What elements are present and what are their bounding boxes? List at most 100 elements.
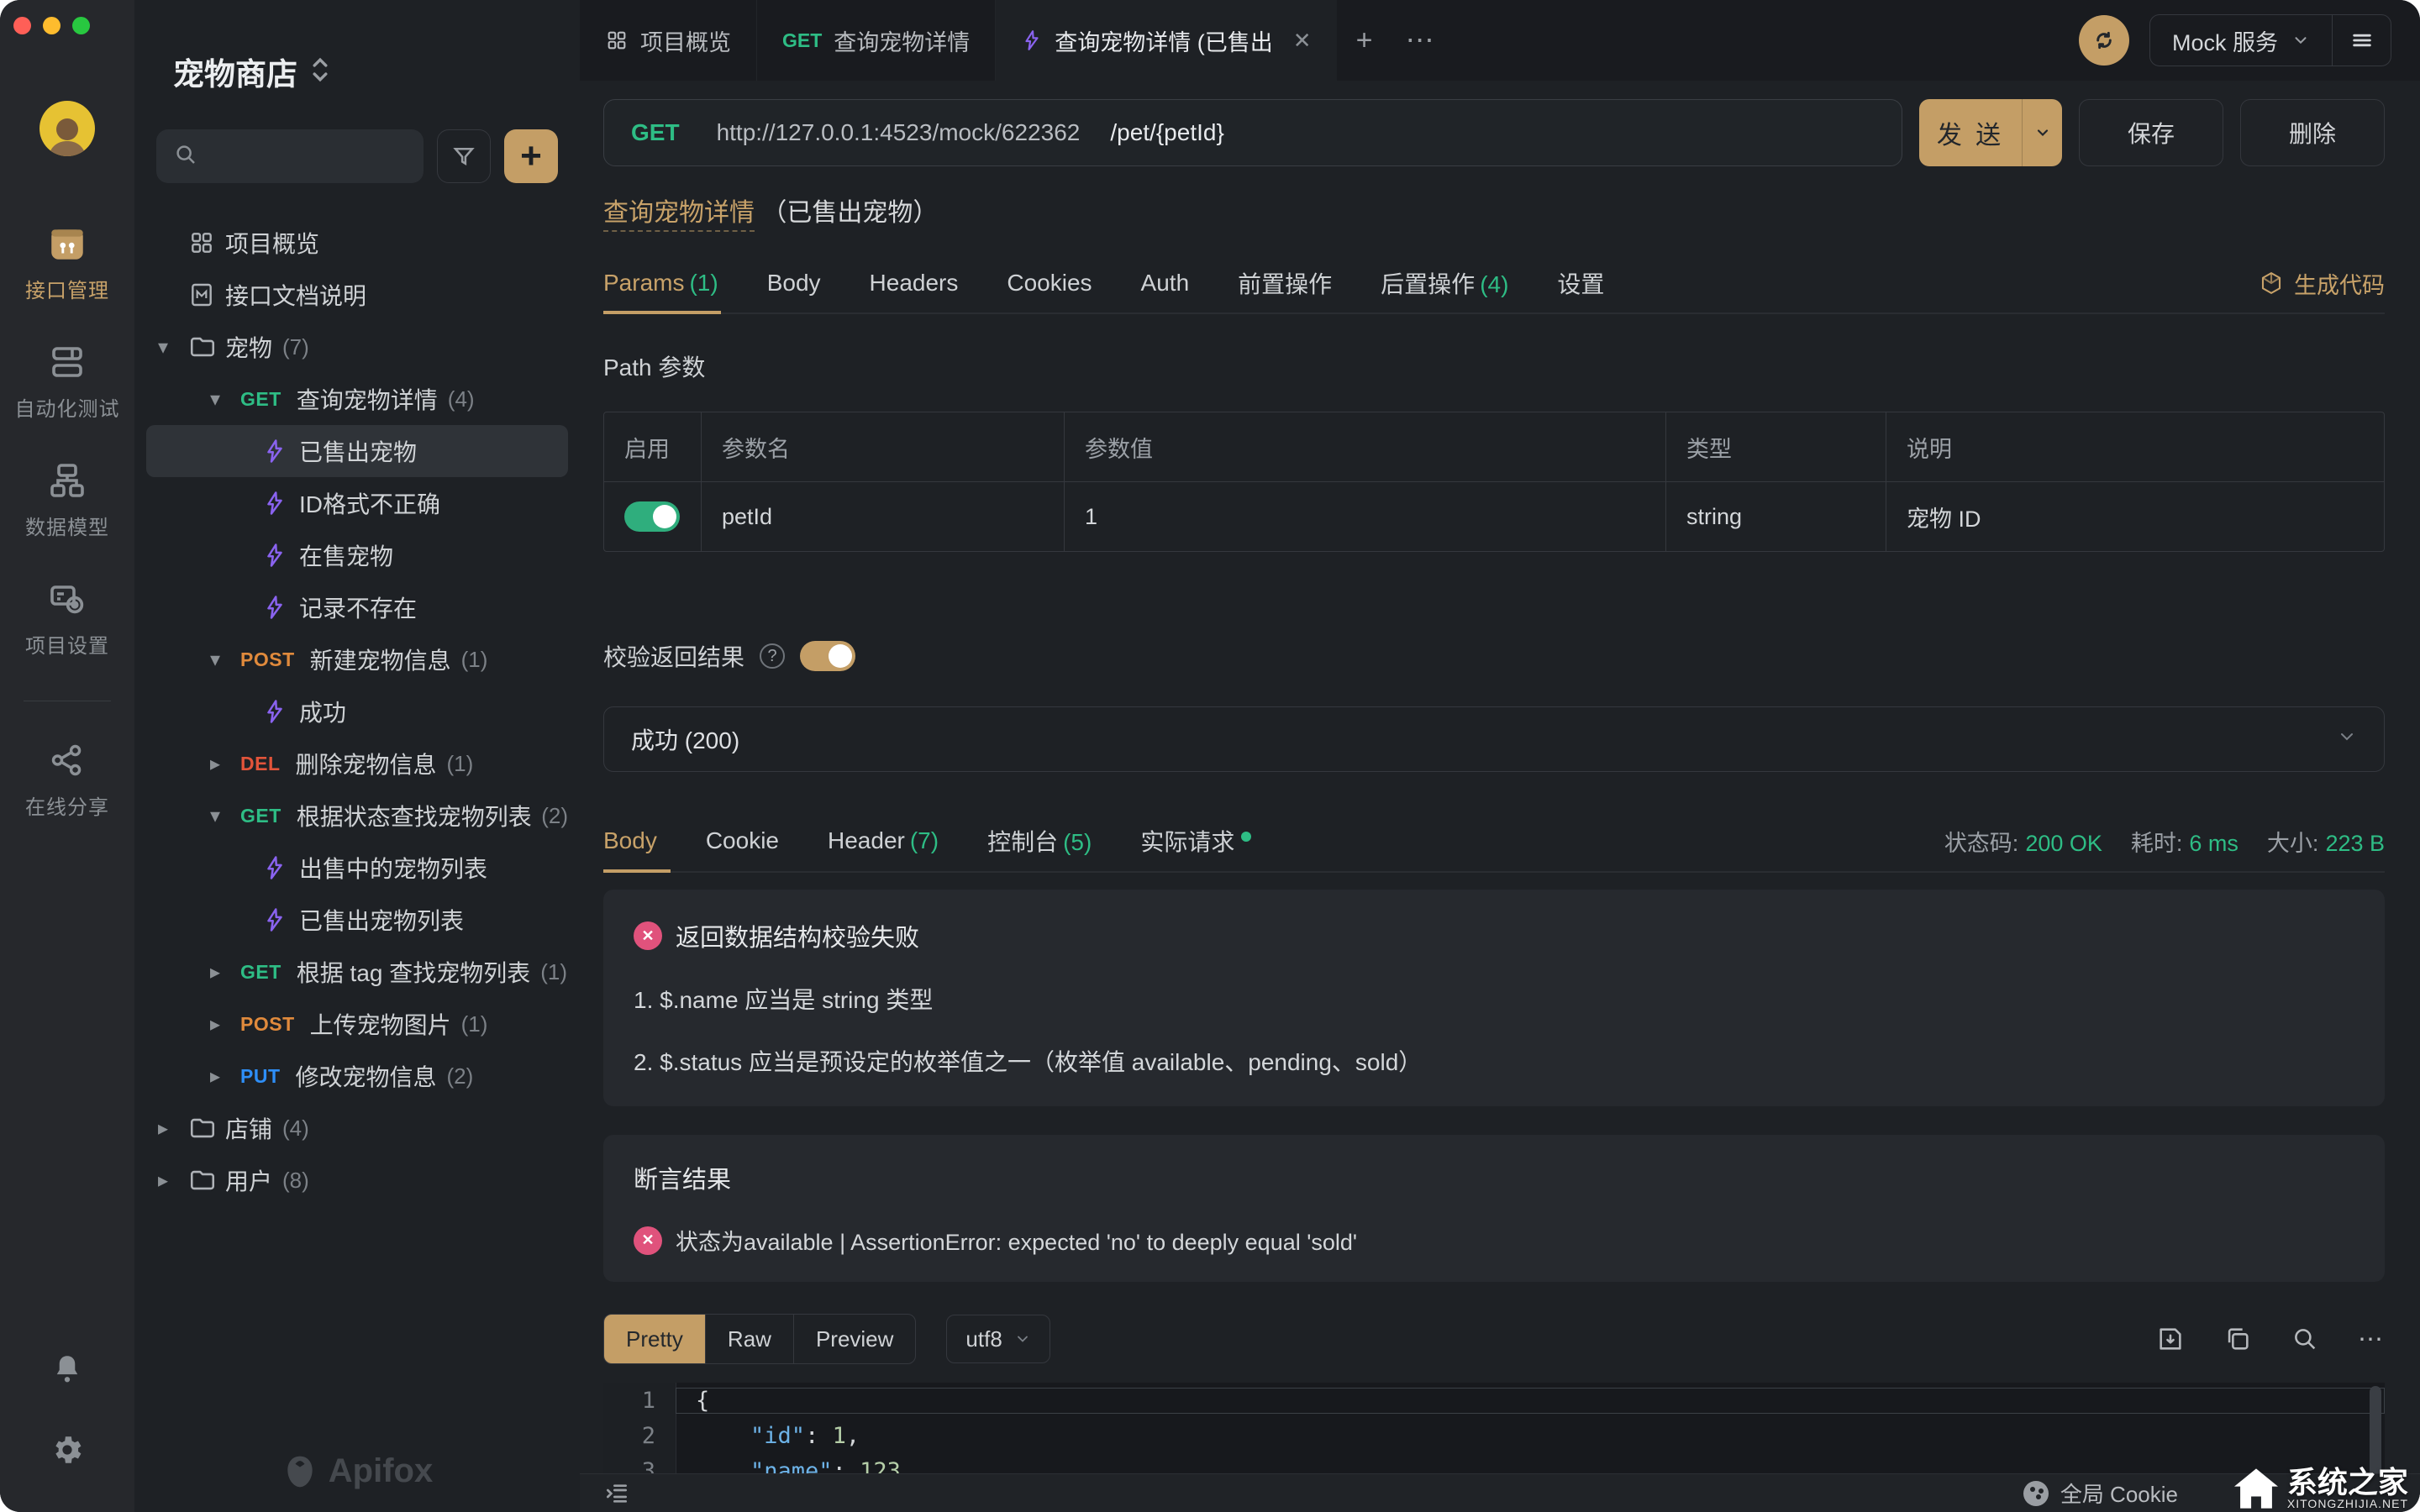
rail-item-data-model[interactable]: 数据模型 [25, 459, 109, 540]
response-case-select[interactable]: 成功 (200) [603, 706, 2385, 772]
mock-service-button[interactable]: Mock 服务 [2150, 15, 2332, 66]
param-value[interactable]: 1 [1065, 482, 1666, 551]
tree-item[interactable]: ▾ GET 查询宠物详情 (4) [146, 373, 568, 425]
tab-get-pet-detail[interactable]: GET 查询宠物详情 [757, 0, 997, 81]
tab-settings[interactable]: 设置 [1557, 266, 1604, 300]
resp-tab-cookie[interactable]: Cookie [706, 827, 779, 854]
url-input[interactable]: GET http://127.0.0.1:4523/mock/622362 /p… [603, 99, 1902, 166]
project-switcher-icon[interactable] [309, 55, 331, 88]
code-line[interactable]: 1{ [603, 1383, 2385, 1418]
tree-item[interactable]: 项目概览 [146, 217, 568, 269]
new-tab-button[interactable]: + [1337, 0, 1392, 81]
resp-tab-actual-request[interactable]: 实际请求 [1140, 824, 1252, 858]
tree-item[interactable]: 已售出宠物列表 [146, 894, 568, 946]
param-enabled-toggle[interactable] [624, 501, 680, 532]
encoding-select[interactable]: utf8 [946, 1315, 1050, 1363]
help-icon[interactable]: ? [760, 643, 786, 669]
add-button[interactable]: + [504, 129, 558, 183]
tab-post-ops[interactable]: 后置操作 (4) [1381, 266, 1508, 300]
rail-item-project-settings[interactable]: 项目设置 [25, 577, 109, 659]
tree-item[interactable]: 接口文档说明 [146, 269, 568, 321]
tree-item[interactable]: 记录不存在 [146, 581, 568, 633]
tab-more-button[interactable]: ⋯ [1392, 0, 1448, 81]
tree-item[interactable]: ▸ PUT 修改宠物信息 (2) [146, 1050, 568, 1102]
tree-item[interactable]: 已售出宠物 [146, 425, 568, 477]
send-options-icon[interactable] [2022, 99, 2062, 166]
chevron-down-icon[interactable]: ▾ [210, 648, 240, 672]
view-pretty-button[interactable]: Pretty [604, 1315, 705, 1363]
tab-params[interactable]: Params (1) [603, 270, 718, 297]
tree-item[interactable]: ▾ 宠物 (7) [146, 321, 568, 373]
tree-item[interactable]: 在售宠物 [146, 529, 568, 581]
chevron-right-icon[interactable]: ▸ [210, 1012, 240, 1037]
request-path[interactable]: /pet/{petId} [1110, 119, 1223, 146]
tree-item[interactable]: ▸ 店铺 (4) [146, 1102, 568, 1154]
code-line[interactable]: 3 "name": 123, [603, 1453, 2385, 1474]
avatar[interactable] [39, 101, 95, 156]
generate-code-button[interactable]: 生成代码 [2259, 267, 2385, 300]
rail-item-share[interactable]: 在线分享 [25, 738, 109, 820]
delete-button[interactable]: 删除 [2240, 99, 2385, 166]
tab-body[interactable]: Body [767, 270, 821, 297]
send-button[interactable]: 发 送 [1919, 99, 2062, 166]
search-box[interactable] [156, 129, 424, 183]
tree-item[interactable]: ▸ GET 根据 tag 查找宠物列表 (1) [146, 946, 568, 998]
tab-sold-pet-case[interactable]: 查询宠物详情 (已售出 ✕ [996, 0, 1337, 81]
search-icon[interactable] [2291, 1325, 2319, 1353]
indent-settings-icon[interactable] [603, 1480, 630, 1507]
copy-icon[interactable] [2223, 1325, 2252, 1353]
rail-item-api-manage[interactable]: 接口管理 [25, 222, 109, 303]
global-cookie-button[interactable]: 全局 Cookie [2023, 1478, 2178, 1509]
sync-button[interactable] [2078, 15, 2129, 66]
param-type[interactable]: string [1666, 482, 1886, 551]
tree-item[interactable]: ▾ GET 根据状态查找宠物列表 (2) [146, 790, 568, 842]
filter-button[interactable] [437, 129, 491, 183]
tree-item[interactable]: ▸ POST 上传宠物图片 (1) [146, 998, 568, 1050]
chevron-right-icon[interactable]: ▸ [210, 1064, 240, 1089]
zoom-window-button[interactable] [72, 17, 90, 34]
tab-pre-ops[interactable]: 前置操作 [1238, 266, 1332, 300]
tree-item[interactable]: ▸ 用户 (8) [146, 1154, 568, 1206]
tab-headers[interactable]: Headers [870, 270, 959, 297]
param-desc[interactable]: 宠物 ID [1886, 482, 2384, 551]
rail-item-auto-test[interactable]: 自动化测试 [15, 340, 120, 422]
tree-item[interactable]: 成功 [146, 685, 568, 738]
tab-cookies[interactable]: Cookies [1007, 270, 1092, 297]
save-button[interactable]: 保存 [2079, 99, 2223, 166]
chevron-right-icon[interactable]: ▸ [158, 1116, 188, 1141]
response-body-editor[interactable]: 1{2 "id": 1,3 "name": 123,4 "status": "n… [603, 1383, 2385, 1473]
close-window-button[interactable] [13, 17, 31, 34]
environment-menu-button[interactable] [2332, 15, 2391, 66]
validate-response-toggle[interactable] [800, 641, 856, 671]
view-raw-button[interactable]: Raw [704, 1315, 793, 1363]
resp-tab-body[interactable]: Body [603, 827, 657, 854]
tree-item[interactable]: 出售中的宠物列表 [146, 842, 568, 894]
chevron-down-icon[interactable]: ▾ [158, 335, 188, 360]
tab-auth[interactable]: Auth [1141, 270, 1190, 297]
notifications-bell-icon[interactable] [49, 1351, 86, 1388]
view-preview-button[interactable]: Preview [792, 1315, 915, 1363]
chevron-right-icon[interactable]: ▸ [158, 1168, 188, 1193]
tree-item[interactable]: ▾ POST 新建宠物信息 (1) [146, 633, 568, 685]
more-options-icon[interactable]: ⋯ [2358, 1325, 2385, 1354]
project-name[interactable]: 宠物商店 [173, 49, 297, 94]
download-icon[interactable] [2156, 1325, 2185, 1353]
tree-item[interactable]: ▸ DEL 删除宠物信息 (1) [146, 738, 568, 790]
minimize-window-button[interactable] [43, 17, 60, 34]
search-input[interactable] [208, 143, 407, 170]
editor-scrollbar[interactable] [2370, 1386, 2381, 1473]
resp-tab-header[interactable]: Header (7) [828, 827, 939, 854]
settings-gear-icon[interactable] [49, 1431, 86, 1468]
chevron-right-icon[interactable]: ▸ [210, 752, 240, 776]
close-tab-icon[interactable]: ✕ [1293, 28, 1312, 54]
request-method[interactable]: GET [631, 119, 680, 146]
api-title-link[interactable]: 查询宠物详情 [603, 199, 755, 232]
tab-project-overview[interactable]: 项目概览 [580, 0, 757, 81]
param-name[interactable]: petId [702, 482, 1065, 551]
chevron-right-icon[interactable]: ▸ [210, 960, 240, 984]
tree-item[interactable]: ID格式不正确 [146, 477, 568, 529]
resp-tab-console[interactable]: 控制台 (5) [987, 824, 1092, 858]
code-line[interactable]: 2 "id": 1, [603, 1418, 2385, 1453]
chevron-down-icon[interactable]: ▾ [210, 804, 240, 828]
chevron-down-icon[interactable]: ▾ [210, 387, 240, 412]
